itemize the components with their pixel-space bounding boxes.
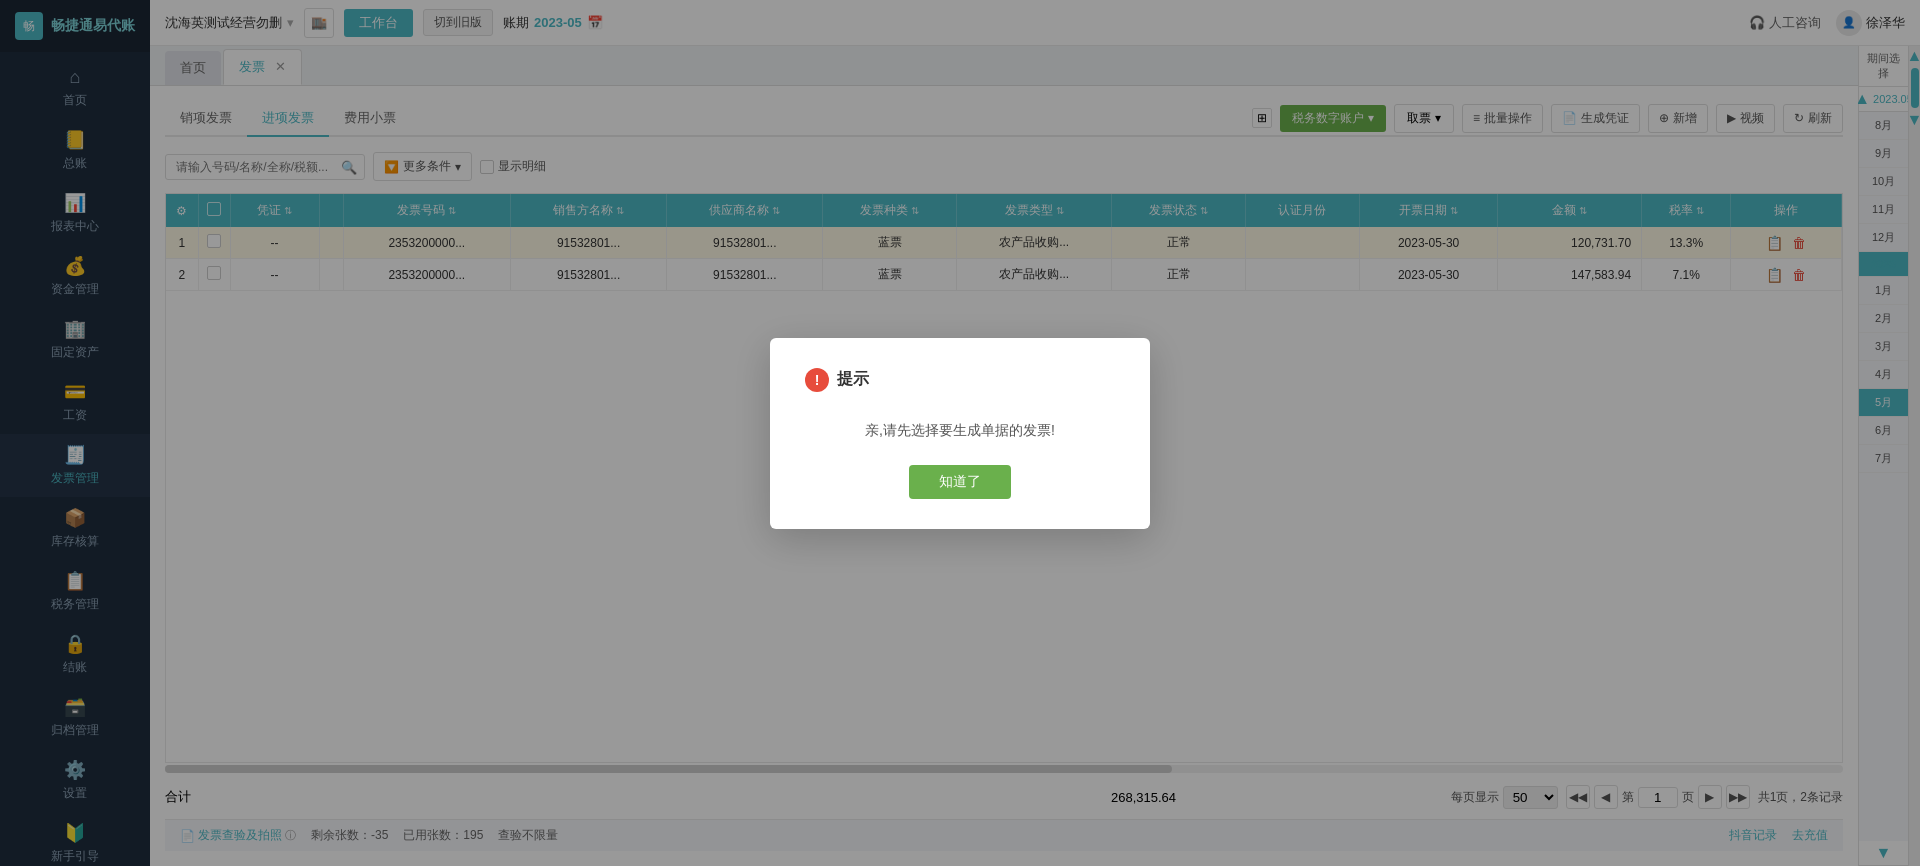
dialog-title-row: ! 提示: [805, 368, 1115, 392]
confirm-button[interactable]: 知道了: [909, 465, 1011, 499]
alert-dialog: ! 提示 亲,请先选择要生成单据的发票! 知道了: [770, 338, 1150, 529]
dialog-message: 亲,请先选择要生成单据的发票!: [805, 412, 1115, 465]
warning-icon: !: [805, 368, 829, 392]
dialog-overlay: ! 提示 亲,请先选择要生成单据的发票! 知道了: [0, 0, 1920, 866]
dialog-footer: 知道了: [805, 465, 1115, 499]
dialog-title-text: 提示: [837, 369, 869, 390]
